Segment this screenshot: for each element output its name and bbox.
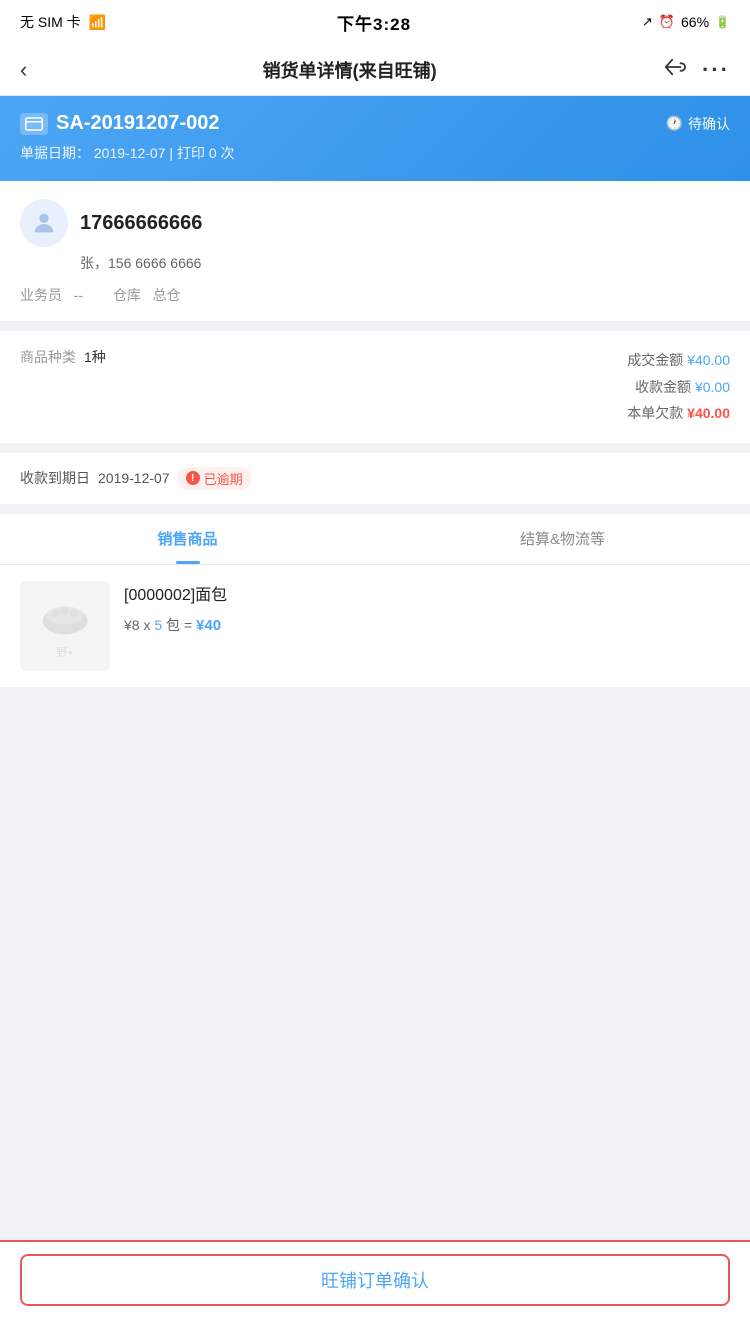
due-date-label: 收款到期日	[20, 468, 90, 488]
price-per-unit: ¥8	[124, 617, 140, 633]
summary-card: 商品种类 1种 成交金额 ¥40.00 收款金额 ¥0.00 本单欠款 ¥40.…	[0, 331, 750, 443]
status-bar: 无 SIM 卡 📶 下午3:28 ↗ ⏰ 66% 🔋	[0, 0, 750, 44]
deal-amount-row: 成交金额 ¥40.00	[627, 347, 730, 374]
customer-info-card: 17666666666 张，156 6666 6666 业务员 -- 仓库 总仓	[0, 181, 750, 321]
owed-amount-row: 本单欠款 ¥40.00	[627, 400, 730, 427]
due-date-card: 收款到期日 2019-12-07 ! 已逾期	[0, 453, 750, 504]
order-icon	[20, 113, 48, 135]
more-options-icon[interactable]: ···	[702, 57, 730, 83]
salesperson-value: --	[74, 287, 83, 303]
overdue-badge: ! 已逾期	[178, 467, 251, 490]
carrier-text: 无 SIM 卡	[20, 12, 81, 32]
customer-phone: 17666666666	[80, 212, 202, 235]
confirm-order-button[interactable]: 旺铺订单确认	[20, 1254, 730, 1306]
amounts-section: 成交金额 ¥40.00 收款金额 ¥0.00 本单欠款 ¥40.00	[627, 347, 730, 427]
product-card: 野+ [0000002]面包 ¥8 x 5 包 = ¥40	[0, 565, 750, 687]
owed-amount-label: 本单欠款	[627, 405, 683, 421]
bottom-button-area: 旺铺订单确认	[0, 1240, 750, 1334]
customer-row: 17666666666	[20, 199, 730, 247]
product-info: [0000002]面包 ¥8 x 5 包 = ¥40	[124, 581, 730, 635]
back-button[interactable]: ‹	[12, 49, 35, 91]
order-id: SA-20191207-002	[20, 112, 219, 135]
confirm-button-label: 旺铺订单确认	[321, 1267, 429, 1293]
avatar	[20, 199, 68, 247]
due-date-value: 2019-12-07	[98, 470, 170, 486]
product-types-section: 商品种类 1种	[20, 347, 106, 427]
header-card-top: SA-20191207-002 🕐 待确认	[20, 112, 730, 135]
clock-icon: 🕐	[666, 115, 683, 132]
tab-underline	[176, 561, 200, 564]
received-amount-row: 收款金额 ¥0.00	[627, 374, 730, 401]
status-left: 无 SIM 卡 📶	[20, 12, 106, 32]
share-icon[interactable]	[664, 56, 686, 84]
page-title: 销货单详情(来自旺铺)	[263, 57, 437, 83]
warehouse-value: 总仓	[153, 287, 181, 303]
order-date-row: 单据日期： 2019-12-07 | 打印 0 次	[20, 143, 730, 163]
equals-sign: =	[184, 617, 196, 633]
nav-bar: ‹ 销货单详情(来自旺铺) ···	[0, 44, 750, 96]
status-time: 下午3:28	[337, 10, 411, 35]
product-price: ¥8 x 5 包 = ¥40	[124, 615, 730, 635]
wifi-icon: 📶	[89, 14, 106, 31]
status-badge: 🕐 待确认	[666, 114, 730, 134]
product-name: [0000002]面包	[124, 581, 730, 605]
main-content	[0, 687, 750, 967]
unit: 包	[166, 617, 180, 633]
header-card: SA-20191207-002 🕐 待确认 单据日期： 2019-12-07 |…	[0, 96, 750, 181]
battery-icon: 🔋	[715, 15, 730, 29]
tabs-container: 销售商品 结算&物流等	[0, 514, 750, 565]
deal-amount-value: ¥40.00	[687, 352, 730, 368]
received-amount-value: ¥0.00	[695, 379, 730, 395]
tab-settlement-label: 结算&物流等	[520, 528, 605, 549]
tab-settlement[interactable]: 结算&物流等	[375, 514, 750, 564]
customer-name: 张，156 6666 6666	[80, 253, 730, 273]
location-icon: ↗	[642, 14, 653, 30]
info-row: 业务员 -- 仓库 总仓	[20, 285, 730, 305]
product-types-value: 1种	[84, 347, 106, 367]
summary-top: 商品种类 1种 成交金额 ¥40.00 收款金额 ¥0.00 本单欠款 ¥40.…	[20, 347, 730, 427]
battery-text: 66%	[681, 14, 709, 30]
salesperson-label: 业务员	[20, 287, 62, 303]
product-image: 野+	[20, 581, 110, 671]
multiply-sign: x	[143, 617, 154, 633]
overdue-text: 已逾期	[204, 469, 243, 488]
overdue-dot-icon: !	[186, 471, 200, 485]
status-right: ↗ ⏰ 66% 🔋	[642, 14, 730, 30]
tab-products[interactable]: 销售商品	[0, 514, 375, 564]
alarm-icon: ⏰	[659, 14, 675, 30]
total-price: ¥40	[196, 617, 221, 634]
tabs: 销售商品 结算&物流等	[0, 514, 750, 564]
nav-actions: ···	[664, 56, 730, 84]
product-types-label: 商品种类	[20, 347, 76, 367]
tab-products-label: 销售商品	[157, 528, 217, 549]
quantity: 5	[154, 617, 162, 633]
received-amount-label: 收款金额	[635, 379, 691, 395]
owed-amount-value: ¥40.00	[687, 405, 730, 421]
warehouse-label: 仓库	[113, 287, 141, 303]
deal-amount-label: 成交金额	[627, 352, 683, 368]
